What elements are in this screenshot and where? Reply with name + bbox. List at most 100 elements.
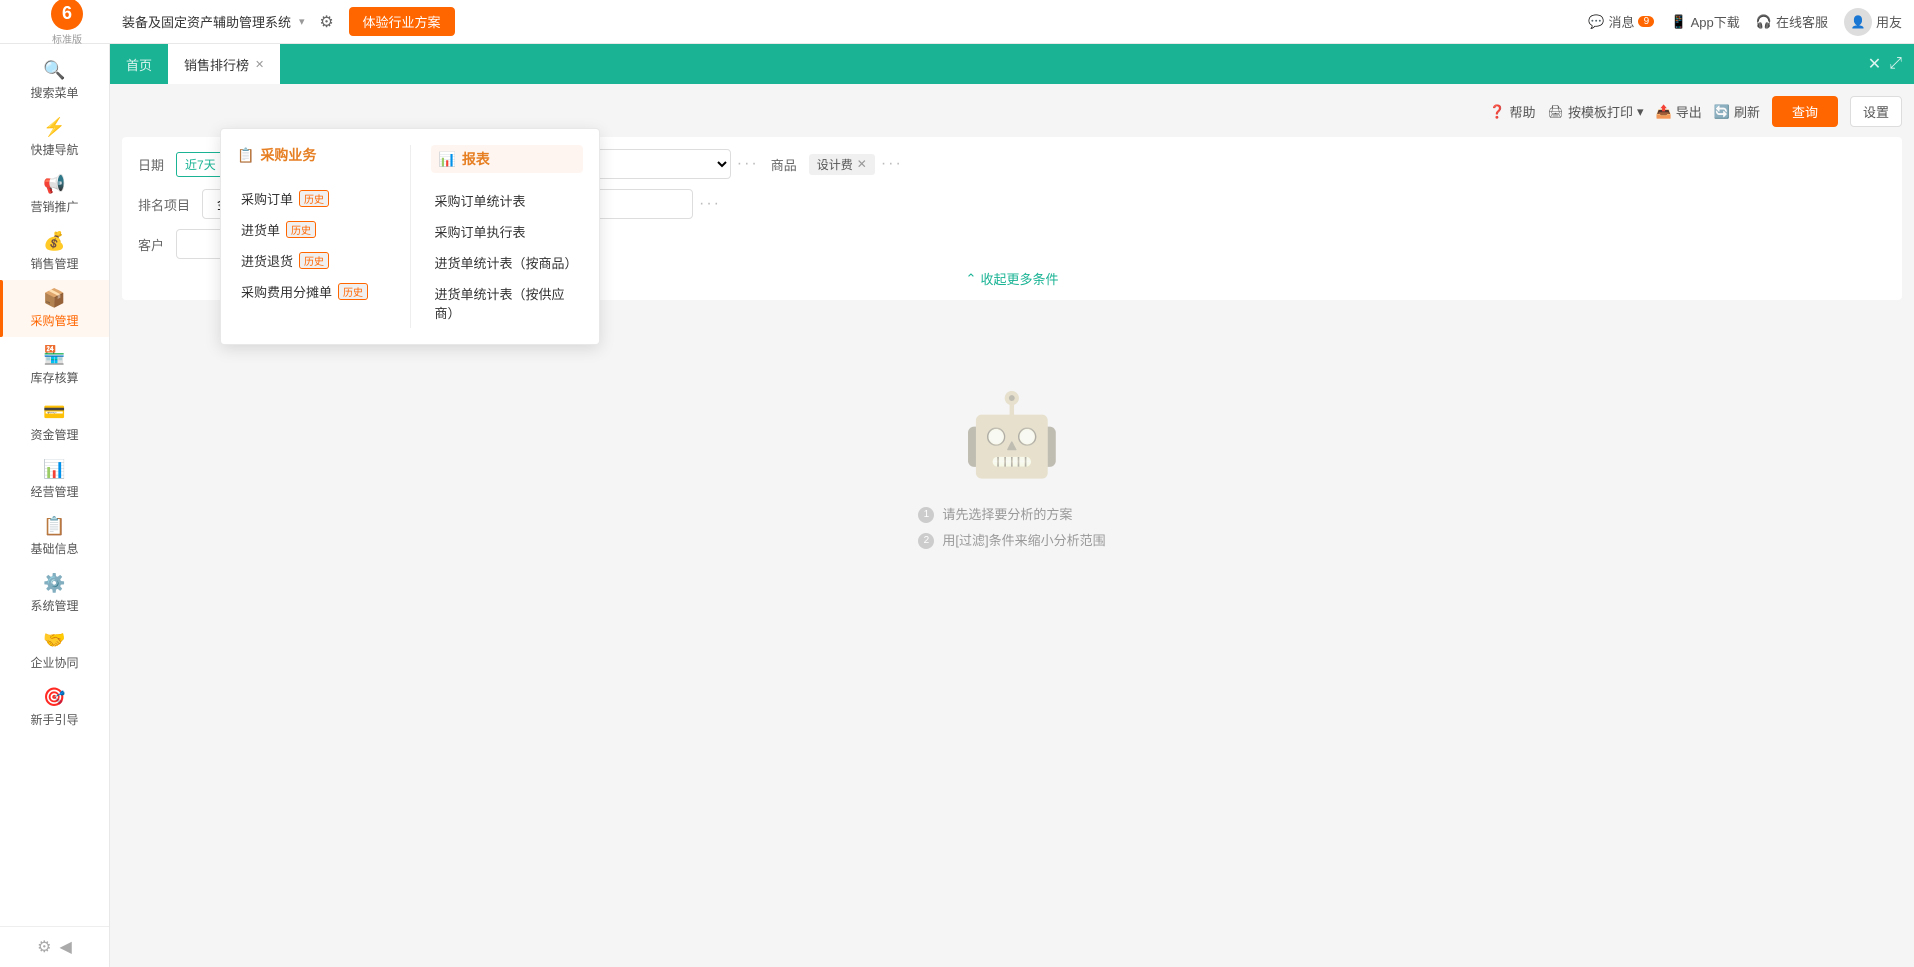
salesperson-dots[interactable]: ··· [699, 195, 721, 213]
goods-tag-close[interactable]: ✕ [857, 157, 867, 171]
inbound-history: 历史 [286, 221, 316, 238]
refresh-label: 刷新 [1734, 102, 1760, 121]
dropdown-item-return[interactable]: 进货退货 历史 [237, 245, 390, 276]
logo-area: 6 标准版 [12, 0, 122, 46]
user-btn[interactable]: 👤 用友 [1844, 8, 1902, 36]
message-btn[interactable]: 💬 消息 9 [1588, 12, 1654, 31]
sidebar-item-finance[interactable]: 💳 资金管理 [0, 394, 109, 451]
tab-sales-rank[interactable]: 销售排行榜 ✕ [168, 44, 280, 84]
tab-bar-right: ✕ ⤢ [1868, 54, 1914, 74]
sidebar-item-inventory-label: 库存核算 [30, 369, 78, 386]
sidebar-item-basic[interactable]: 📋 基础信息 [0, 508, 109, 565]
sidebar-collapse-btn[interactable]: ◀ [60, 937, 72, 957]
collapse-up-icon: ⌃ [966, 271, 977, 287]
empty-illustration: 🤖 [962, 388, 1062, 482]
dropdown-item-purchase-order[interactable]: 采购订单 历史 [237, 183, 390, 214]
quicknav-icon: ⚡ [43, 117, 65, 138]
tip-num-1: 1 [918, 507, 934, 523]
sidebar-item-enterprise[interactable]: 🤝 企业协同 [0, 622, 109, 679]
sidebar-item-purchase-label: 采购管理 [30, 312, 78, 329]
voucher-status-dots[interactable]: ··· [737, 155, 759, 173]
print-btn[interactable]: 🖨 按模板打印 ▾ [1548, 102, 1644, 121]
refresh-btn[interactable]: 🔄 刷新 [1714, 102, 1760, 121]
date-label: 日期 [138, 155, 164, 174]
rank-item-label: 排名项目 [138, 195, 190, 214]
sidebar-item-operations-label: 经营管理 [30, 483, 78, 500]
search-menu-icon: 🔍 [43, 60, 65, 81]
tab-bar-expand-icon[interactable]: ⤢ [1889, 55, 1902, 73]
dropdown-item-po-stat[interactable]: 采购订单统计表 [431, 185, 584, 216]
message-badge: 9 [1638, 16, 1654, 27]
marketing-icon: 📢 [43, 174, 65, 195]
customer-label: 客户 [138, 235, 164, 254]
purchase-menu-icon: 📋 [237, 147, 254, 164]
dropdown-item-cost[interactable]: 采购费用分摊单 历史 [237, 276, 390, 307]
query-btn[interactable]: 查询 [1772, 96, 1838, 127]
user-name: 用友 [1876, 12, 1902, 31]
help-icon: ❓ [1489, 104, 1505, 120]
quick-date-7days[interactable]: 近7天 [176, 152, 225, 177]
cost-label: 采购费用分摊单 [241, 282, 332, 301]
tab-home[interactable]: 首页 [110, 44, 168, 84]
settings-icon[interactable]: ⚙ [313, 8, 341, 36]
system-name-dropdown-icon[interactable]: ▾ [299, 15, 305, 28]
industry-btn[interactable]: 体验行业方案 [349, 7, 455, 36]
top-bar-right: 💬 消息 9 📱 App下载 🎧 在线客服 👤 用友 [1588, 8, 1902, 36]
tip-num-2: 2 [918, 533, 934, 549]
app-download-btn[interactable]: 📱 App下载 [1670, 12, 1739, 31]
purchase-icon: 📦 [43, 288, 65, 309]
help-btn[interactable]: ❓ 帮助 [1489, 102, 1535, 121]
goods-dots[interactable]: ··· [881, 155, 903, 173]
goods-tag-text: 设计费 [817, 156, 853, 173]
export-icon: 📤 [1656, 104, 1672, 120]
online-service-btn[interactable]: 🎧 在线客服 [1756, 12, 1828, 31]
return-history: 历史 [299, 252, 329, 269]
dropdown-item-inbound-stat-goods[interactable]: 进货单统计表（按商品） [431, 247, 584, 278]
sidebar-settings-btn[interactable]: ⚙ [37, 937, 51, 957]
logo-subtitle: 标准版 [52, 31, 82, 46]
tab-close-icon[interactable]: ✕ [255, 58, 264, 71]
inbound-stat-supplier-label: 进货单统计表（按供应商） [435, 284, 580, 322]
guide-icon: 🎯 [43, 687, 65, 708]
report-menu-title: 报表 [462, 149, 490, 169]
dropdown-item-inbound-stat-supplier[interactable]: 进货单统计表（按供应商） [431, 278, 584, 328]
dropdown-purchase-col: 📋 采购业务 采购订单 历史 进货单 历史 进货退货 历史 采购费用分摊单 [237, 145, 390, 328]
report-menu-icon: 📊 [439, 151, 456, 168]
finance-icon: 💳 [43, 402, 65, 423]
inbound-stat-goods-label: 进货单统计表（按商品） [435, 253, 578, 272]
main-layout: 🔍 搜索菜单 ⚡ 快捷导航 📢 营销推广 💰 销售管理 📦 采购管理 🏪 库存核… [0, 44, 1914, 967]
sidebar-item-guide[interactable]: 🎯 新手引导 [0, 679, 109, 736]
sidebar-item-search[interactable]: 🔍 搜索菜单 [0, 52, 109, 109]
sidebar-item-quicknav[interactable]: ⚡ 快捷导航 [0, 109, 109, 166]
tab-bar-close-icon[interactable]: ✕ [1868, 54, 1881, 74]
goods-label: 商品 [771, 155, 797, 174]
sidebar-item-inventory[interactable]: 🏪 库存核算 [0, 337, 109, 394]
sidebar-item-search-label: 搜索菜单 [30, 84, 78, 101]
tab-home-label: 首页 [126, 55, 152, 74]
top-bar-center: 装备及固定资产辅助管理系统 ▾ ⚙ 体验行业方案 [122, 7, 1588, 36]
sidebar-item-system[interactable]: ⚙️ 系统管理 [0, 565, 109, 622]
online-service-label: 在线客服 [1776, 12, 1828, 31]
tab-bar: 首页 销售排行榜 ✕ ✕ ⤢ [110, 44, 1914, 84]
collapse-label: 收起更多条件 [980, 269, 1058, 288]
collapse-btn[interactable]: ⌃ 收起更多条件 [966, 269, 1059, 288]
sidebar: 🔍 搜索菜单 ⚡ 快捷导航 📢 营销推广 💰 销售管理 📦 采购管理 🏪 库存核… [0, 44, 110, 967]
help-label: 帮助 [1509, 102, 1535, 121]
po-stat-label: 采购订单统计表 [435, 191, 526, 210]
sidebar-item-operations[interactable]: 📊 经营管理 [0, 451, 109, 508]
sidebar-bottom: ⚙ ◀ [0, 926, 109, 967]
tip-text-1: 请先选择要分析的方案 [942, 502, 1072, 528]
sidebar-item-marketing[interactable]: 📢 营销推广 [0, 166, 109, 223]
export-btn[interactable]: 📤 导出 [1656, 102, 1702, 121]
dropdown-item-po-exec[interactable]: 采购订单执行表 [431, 216, 584, 247]
dropdown-item-inbound[interactable]: 进货单 历史 [237, 214, 390, 245]
sidebar-item-purchase[interactable]: 📦 采购管理 [0, 280, 109, 337]
sidebar-item-enterprise-label: 企业协同 [30, 654, 78, 671]
dropdown-menu: 📋 采购业务 采购订单 历史 进货单 历史 进货退货 历史 采购费用分摊单 [220, 128, 600, 345]
tip-text-2: 用[过滤]条件来缩小分析范围 [942, 528, 1105, 554]
sidebar-item-sales[interactable]: 💰 销售管理 [0, 223, 109, 280]
return-label: 进货退货 [241, 251, 293, 270]
top-bar: 6 标准版 装备及固定资产辅助管理系统 ▾ ⚙ 体验行业方案 💬 消息 9 📱 … [0, 0, 1914, 44]
settings-small-btn[interactable]: 设置 [1850, 96, 1902, 127]
dropdown-report-col: 📊 报表 采购订单统计表 采购订单执行表 进货单统计表（按商品） 进货单统计表（… [431, 145, 584, 328]
